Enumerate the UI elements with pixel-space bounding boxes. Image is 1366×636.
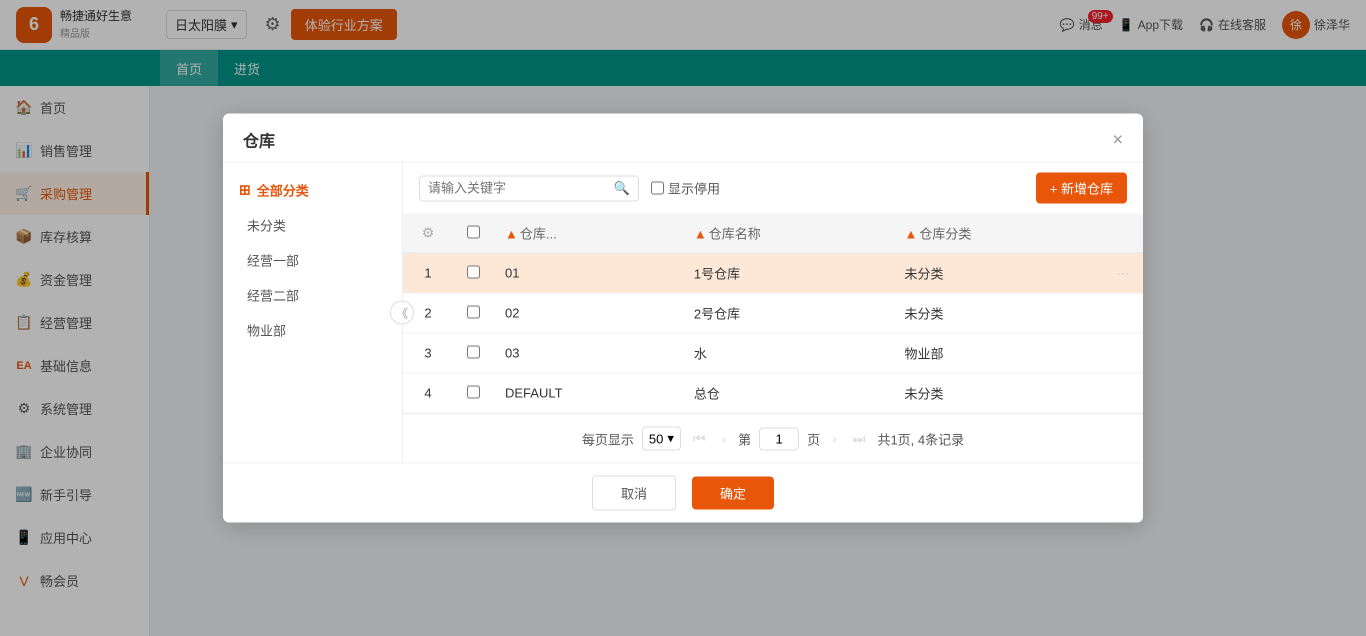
per-page-select[interactable]: 50 ▾ (642, 427, 681, 451)
column-settings-icon[interactable]: ⚙ (422, 225, 435, 241)
modal-left-panel: ⊞ 全部分类 未分类 经营一部 经营二部 物业部 《 (223, 163, 403, 463)
cell-code: DEFAULT (493, 373, 682, 413)
category-header-label: 全部分类 (257, 181, 309, 200)
page-input[interactable] (759, 427, 799, 450)
modal-close-button[interactable]: × (1112, 129, 1123, 150)
table-row[interactable]: 4 DEFAULT 总仓 未分类 (403, 373, 1143, 413)
cell-check (453, 253, 493, 293)
table-row[interactable]: 1 01 1号仓库 未分类 ··· (403, 253, 1143, 293)
table-row[interactable]: 2 02 2号仓库 未分类 (403, 293, 1143, 333)
cell-check (453, 293, 493, 333)
first-page-button[interactable]: ⏮ (689, 428, 710, 449)
row-checkbox[interactable] (467, 345, 480, 358)
cancel-button[interactable]: 取消 (592, 476, 676, 511)
cell-num: 4 (403, 373, 453, 413)
cell-name: 水 (682, 333, 893, 373)
cell-num: 1 (403, 253, 453, 293)
warehouse-table: ⚙ ▲仓库... ▲仓库名称 ▲仓库分类 1 01 (403, 214, 1143, 414)
table-header: ⚙ ▲仓库... ▲仓库名称 ▲仓库分类 (403, 214, 1143, 254)
modal-footer: 取消 确定 (223, 463, 1143, 523)
cell-check (453, 373, 493, 413)
cell-category: 未分类 (892, 253, 1103, 293)
sort-icon-category: ▲ (904, 227, 917, 242)
chevron-down-icon: ▾ (667, 431, 674, 447)
modal-title: 仓库 (243, 128, 275, 152)
modal-toolbar: 🔍 显示停用 + 新增仓库 (403, 163, 1143, 214)
th-category: ▲仓库分类 (892, 214, 1103, 254)
row-checkbox[interactable] (467, 265, 480, 278)
show-disabled-label: 显示停用 (651, 179, 720, 198)
cell-category: 未分类 (892, 293, 1103, 333)
cell-actions[interactable] (1103, 333, 1143, 373)
category-item-uncategorized[interactable]: 未分类 (223, 208, 402, 243)
cell-code: 03 (493, 333, 682, 373)
modal-table: ⚙ ▲仓库... ▲仓库名称 ▲仓库分类 1 01 (403, 214, 1143, 414)
table-body: 1 01 1号仓库 未分类 ··· 2 02 2号仓库 未分类 (403, 253, 1143, 413)
row-checkbox[interactable] (467, 305, 480, 318)
modal-body: ⊞ 全部分类 未分类 经营一部 经营二部 物业部 《 🔍 显示停用 + 新增 (223, 163, 1143, 463)
next-page-button[interactable]: › (828, 429, 841, 449)
last-page-button[interactable]: ⏭ (849, 428, 870, 449)
per-page-label: 每页显示 (582, 429, 634, 448)
category-item-dept1[interactable]: 经营一部 (223, 243, 402, 278)
cell-name: 总仓 (682, 373, 893, 413)
cell-category: 未分类 (892, 373, 1103, 413)
confirm-button[interactable]: 确定 (692, 477, 774, 510)
add-warehouse-button[interactable]: + 新增仓库 (1036, 173, 1127, 204)
cell-name: 2号仓库 (682, 293, 893, 333)
pagination: 每页显示 50 ▾ ⏮ ‹ 第 页 › ⏭ 共1页, 4条记录 (403, 414, 1143, 463)
cell-code: 01 (493, 253, 682, 293)
search-box: 🔍 (419, 175, 639, 201)
category-header[interactable]: ⊞ 全部分类 (223, 173, 402, 208)
table-row[interactable]: 3 03 水 物业部 (403, 333, 1143, 373)
collapse-button[interactable]: 《 (390, 301, 414, 325)
th-check (453, 214, 493, 254)
cell-num: 3 (403, 333, 453, 373)
modal-right-panel: 🔍 显示停用 + 新增仓库 ⚙ ▲仓库... ▲仓库名称 (403, 163, 1143, 463)
search-icon[interactable]: 🔍 (614, 180, 630, 196)
row-checkbox[interactable] (467, 385, 480, 398)
th-name: ▲仓库名称 (682, 214, 893, 254)
search-input[interactable] (428, 181, 614, 196)
select-all-checkbox[interactable] (467, 225, 480, 238)
show-disabled-checkbox[interactable] (651, 182, 664, 195)
per-page-value: 50 (649, 431, 663, 446)
th-actions (1103, 214, 1143, 254)
page-unit: 页 (807, 429, 820, 448)
warehouse-modal: 仓库 × ⊞ 全部分类 未分类 经营一部 经营二部 物业部 《 🔍 (223, 114, 1143, 523)
cell-actions[interactable]: ··· (1103, 253, 1143, 293)
th-code: ▲仓库... (493, 214, 682, 254)
cell-category: 物业部 (892, 333, 1103, 373)
page-label: 第 (738, 429, 751, 448)
category-item-dept2[interactable]: 经营二部 (223, 278, 402, 313)
cell-actions[interactable] (1103, 373, 1143, 413)
show-disabled-text: 显示停用 (668, 179, 720, 198)
cell-check (453, 333, 493, 373)
cell-actions[interactable] (1103, 293, 1143, 333)
modal-header: 仓库 × (223, 114, 1143, 163)
grid-icon: ⊞ (239, 182, 251, 199)
prev-page-button[interactable]: ‹ (717, 429, 730, 449)
cell-code: 02 (493, 293, 682, 333)
cell-name: 1号仓库 (682, 253, 893, 293)
sort-icon-code: ▲ (505, 227, 518, 242)
th-settings: ⚙ (403, 214, 453, 254)
total-info: 共1页, 4条记录 (877, 429, 964, 448)
category-item-property[interactable]: 物业部 (223, 313, 402, 348)
sort-icon-name: ▲ (694, 227, 707, 242)
